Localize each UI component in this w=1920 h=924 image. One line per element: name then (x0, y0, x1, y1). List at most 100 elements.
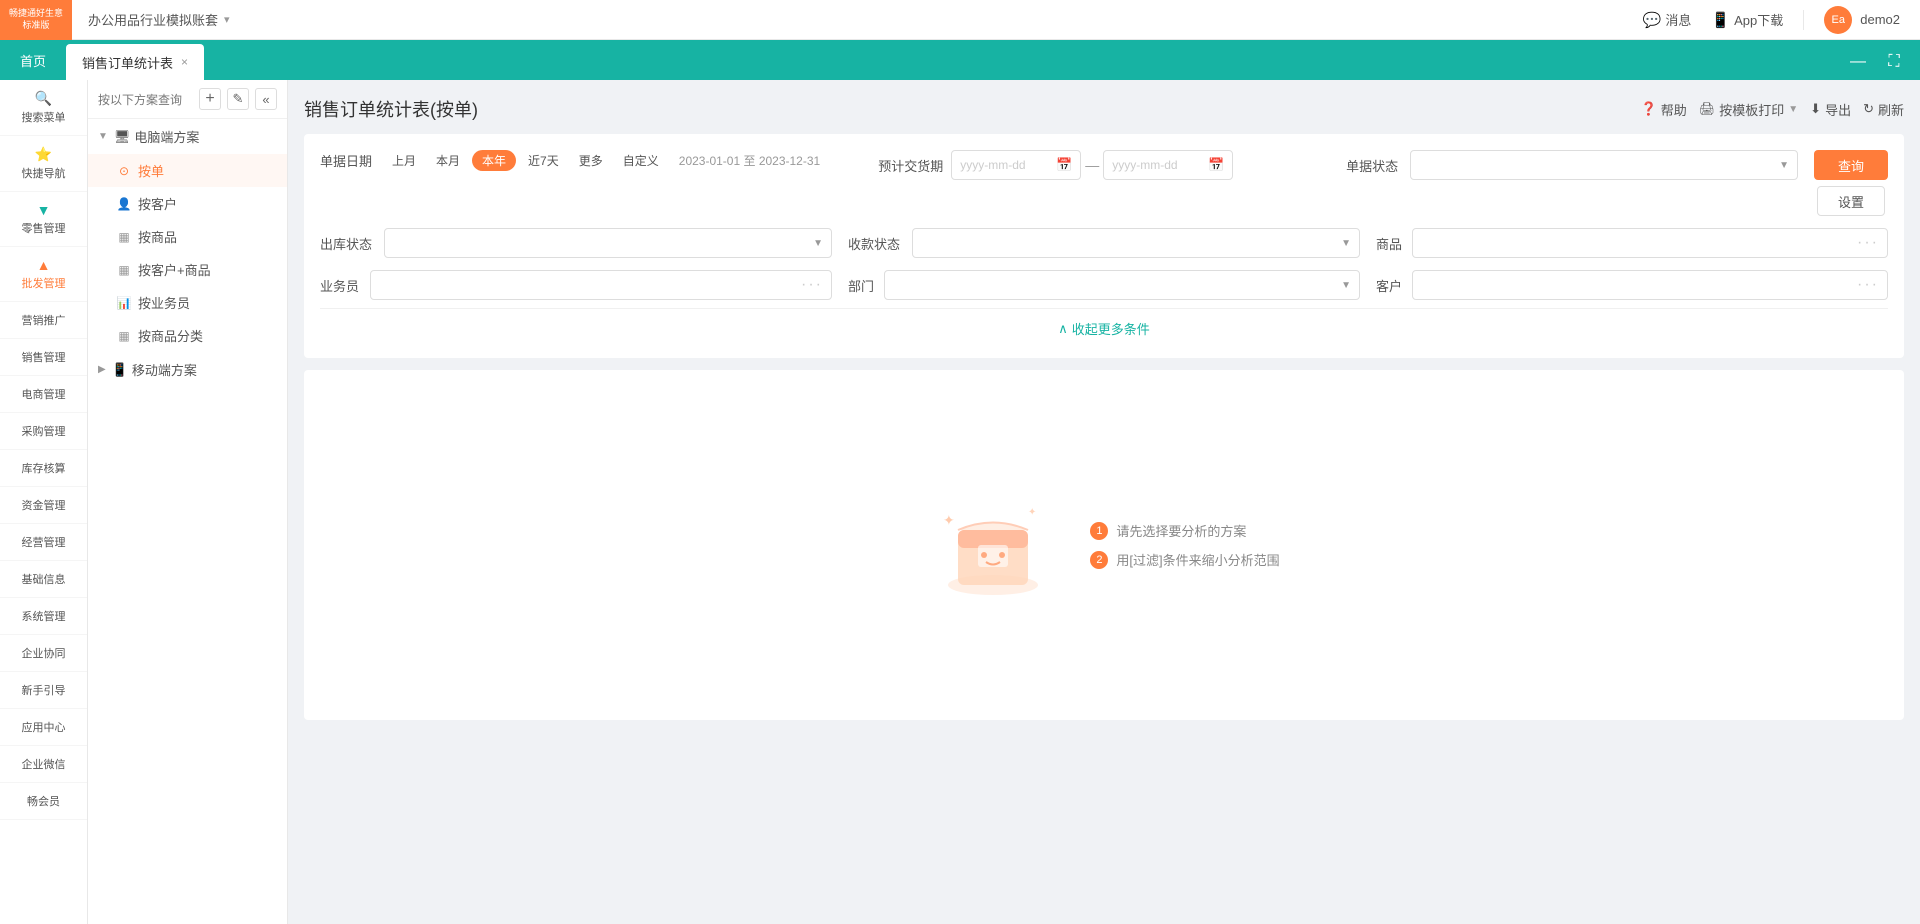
workspace-selector[interactable]: 办公用品行业模拟账套 ▾ (72, 10, 246, 29)
scheme-item-by-customer[interactable]: 👤 按客户 (88, 187, 287, 220)
empty-illustration: ✦ ✦ (928, 480, 1058, 610)
print-icon: 🖨 (1699, 101, 1716, 117)
user-profile[interactable]: Ea demo2 (1824, 6, 1900, 34)
salesperson-dots: ··· (801, 276, 823, 294)
sidebar-item-basic[interactable]: 基础信息 (0, 561, 87, 598)
shipping-label: 出库状态 (320, 234, 376, 253)
sidebar-item-enterprise[interactable]: 企业协同 (0, 635, 87, 672)
dept-arrow-icon: ▼ (1341, 280, 1351, 291)
sidebar-item-system[interactable]: 系统管理 (0, 598, 87, 635)
payment-label: 收款状态 (848, 234, 904, 253)
step2-number: 2 (1090, 551, 1108, 569)
scheme-item-by-goods[interactable]: ▦ 按商品 (88, 220, 287, 253)
sidebar-item-inventory[interactable]: 库存核算 (0, 450, 87, 487)
sidebar-item-ecommerce[interactable]: 电商管理 (0, 376, 87, 413)
shortcut-this-year[interactable]: 本年 (472, 150, 516, 171)
sidebar-item-guide[interactable]: 新手引导 (0, 672, 87, 709)
app-download-button[interactable]: 📱 App下载 (1711, 10, 1783, 29)
sidebar-item-member[interactable]: 畅会员 (0, 783, 87, 820)
export-button[interactable]: ⬇ 导出 (1810, 100, 1851, 119)
by-category-icon: ▦ (116, 328, 132, 344)
empty-state: ✦ ✦ 1 请先选择要分析的方案 2 用[过滤]条件来缩小分析范围 (304, 370, 1904, 720)
scheme-item-by-category[interactable]: ▦ 按商品分类 (88, 319, 287, 352)
salesperson-label: 业务员 (320, 276, 362, 295)
mobile-group-icon: 📱 (112, 362, 128, 378)
sidebar-shortcut[interactable]: ⭐ 快捷导航 (0, 136, 87, 192)
sidebar-item-apps[interactable]: 应用中心 (0, 709, 87, 746)
query-button[interactable]: 查询 (1814, 150, 1888, 180)
by-goods-icon: ▦ (116, 229, 132, 245)
tab-home[interactable]: 首页 (0, 40, 66, 80)
scheme-group-pc-header[interactable]: ▼ 🖥 电脑端方案 (88, 119, 287, 154)
date-range-text: 2023-01-01 至 2023-12-31 (679, 152, 820, 169)
print-arrow-icon: ▼ (1788, 104, 1798, 115)
sidebar-item-purchase[interactable]: 采购管理 (0, 413, 87, 450)
status-select[interactable]: ▼ (1410, 150, 1798, 180)
dept-select[interactable]: ▼ (884, 270, 1360, 300)
sidebar-item-marketing[interactable]: 营销推广 (0, 302, 87, 339)
retail-icon: ▼ (37, 202, 51, 218)
refresh-button[interactable]: ↻ 刷新 (1863, 100, 1904, 119)
mobile-group-label: 移动端方案 (132, 360, 197, 379)
print-button[interactable]: 🖨 按模板打印 ▼ (1699, 100, 1798, 119)
tab-label: 销售订单统计表 (82, 53, 173, 72)
message-icon: 💬 (1643, 11, 1662, 29)
workspace-name: 办公用品行业模拟账套 (88, 10, 218, 29)
settings-button[interactable]: 设置 (1817, 186, 1885, 216)
sidebar-item-retail[interactable]: ▼ 零售管理 (0, 192, 87, 247)
goods-label: 商品 (1376, 234, 1404, 253)
scheme-add-button[interactable]: + (199, 88, 221, 110)
pc-group-icon: 🖥 (114, 129, 131, 145)
search-icon: 🔍 (4, 90, 83, 107)
username-label: demo2 (1860, 12, 1900, 27)
scheme-item-by-order[interactable]: ⊙ 按单 (88, 154, 287, 187)
svg-text:✦: ✦ (943, 512, 955, 528)
payment-select[interactable]: ▼ (912, 228, 1360, 258)
refresh-icon: ↻ (1863, 101, 1874, 117)
sidebar: 🔍 搜索菜单 ⭐ 快捷导航 ▼ 零售管理 ▲ 批发管理 营销推广 销售管理 电商… (0, 80, 88, 924)
step2-text: 用[过滤]条件来缩小分析范围 (1116, 550, 1279, 569)
shipping-select[interactable]: ▼ (384, 228, 832, 258)
goods-dots: ··· (1857, 234, 1879, 252)
sidebar-search[interactable]: 🔍 搜索菜单 (0, 80, 87, 136)
message-button[interactable]: 💬 消息 (1643, 10, 1692, 29)
shortcut-more[interactable]: 更多 (571, 150, 611, 171)
scheme-panel-title: 按以下方案查询 (98, 91, 193, 108)
scheme-item-by-salesperson[interactable]: 📊 按业务员 (88, 286, 287, 319)
expected-date-label: 预计交货期 (878, 156, 943, 175)
tab-active-sales[interactable]: 销售订单统计表 × (66, 44, 204, 80)
date-start-placeholder: yyyy-mm-dd (960, 158, 1025, 172)
shortcut-icon: ⭐ (4, 146, 83, 163)
expected-date-end[interactable]: yyyy-mm-dd 📅 (1103, 150, 1233, 180)
customer-dots: ··· (1857, 276, 1879, 294)
scheme-group-mobile: ▶ 📱 移动端方案 (88, 352, 287, 387)
sidebar-item-finance[interactable]: 资金管理 (0, 487, 87, 524)
by-salesperson-icon: 📊 (116, 295, 132, 311)
expected-date-start[interactable]: yyyy-mm-dd 📅 (951, 150, 1081, 180)
goods-input[interactable]: ··· (1412, 228, 1888, 258)
date-separator: — (1085, 157, 1099, 173)
scheme-group-mobile-header[interactable]: ▶ 📱 移动端方案 (88, 352, 287, 387)
expand-icon: ▼ (98, 131, 108, 142)
step1-number: 1 (1090, 522, 1108, 540)
sidebar-item-wechat[interactable]: 企业微信 (0, 746, 87, 783)
salesperson-input[interactable]: ··· (370, 270, 832, 300)
avatar: Ea (1824, 6, 1852, 34)
maximize-icon[interactable]: ⛶ (1880, 48, 1908, 76)
sidebar-item-operation[interactable]: 经营管理 (0, 524, 87, 561)
empty-steps: 1 请先选择要分析的方案 2 用[过滤]条件来缩小分析范围 (1090, 521, 1279, 569)
sidebar-item-sales[interactable]: 销售管理 (0, 339, 87, 376)
minimize-icon[interactable]: — (1844, 48, 1872, 76)
help-button[interactable]: ❓ 帮助 (1641, 100, 1687, 119)
collapse-button[interactable]: ∧ 收起更多条件 (320, 308, 1888, 342)
sidebar-item-wholesale[interactable]: ▲ 批发管理 (0, 247, 87, 302)
shortcut-this-month[interactable]: 本月 (428, 150, 468, 171)
shortcut-custom[interactable]: 自定义 (615, 150, 667, 171)
customer-input[interactable]: ··· (1412, 270, 1888, 300)
scheme-collapse-button[interactable]: « (255, 88, 277, 110)
scheme-item-by-customer-goods[interactable]: ▦ 按客户+商品 (88, 253, 287, 286)
shortcut-last-month[interactable]: 上月 (384, 150, 424, 171)
scheme-edit-button[interactable]: ✎ (227, 88, 249, 110)
tab-close-icon[interactable]: × (181, 55, 188, 69)
shortcut-7days[interactable]: 近7天 (520, 150, 567, 171)
